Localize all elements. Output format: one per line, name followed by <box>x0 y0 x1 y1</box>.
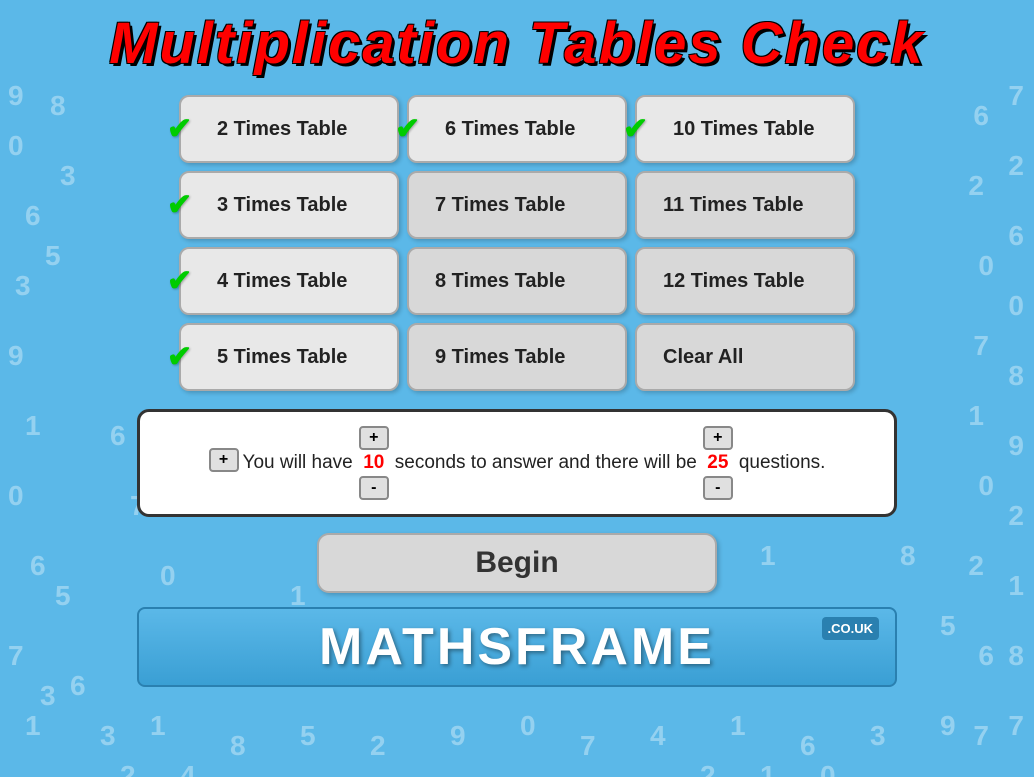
table-btn-t7[interactable]: 7 Times Table <box>407 171 627 239</box>
seconds-plus-button[interactable]: + <box>209 448 239 472</box>
seconds-value: 10 <box>363 452 384 474</box>
table-btn-label-t6: 6 Times Table <box>445 118 575 141</box>
table-btn-t2[interactable]: ✔2 Times Table <box>179 95 399 163</box>
table-btn-t5[interactable]: ✔5 Times Table <box>179 323 399 391</box>
table-btn-t10[interactable]: ✔10 Times Table <box>635 95 855 163</box>
settings-text-after-seconds: seconds to answer and there will be <box>395 452 697 474</box>
table-btn-label-t4: 4 Times Table <box>217 270 347 293</box>
checkmark-icon-t4: ✔ <box>167 264 192 299</box>
begin-button[interactable]: Begin <box>317 533 717 593</box>
table-btn-label-t10: 10 Times Table <box>673 118 815 141</box>
checkmark-icon-t5: ✔ <box>167 340 192 375</box>
table-btn-t4[interactable]: ✔4 Times Table <box>179 247 399 315</box>
checkmark-icon-t3: ✔ <box>167 188 192 223</box>
table-btn-label-t5: 5 Times Table <box>217 346 347 369</box>
table-btn-t6[interactable]: ✔6 Times Table <box>407 95 627 163</box>
logo-bar: MATHSFRAME .CO.UK <box>137 607 897 687</box>
settings-text-after-questions: questions. <box>739 452 826 474</box>
questions-value: 25 <box>707 452 728 474</box>
table-btn-label-t7: 7 Times Table <box>435 194 565 217</box>
checkmark-icon-t10: ✔ <box>623 112 648 147</box>
table-btn-t8[interactable]: 8 Times Table <box>407 247 627 315</box>
table-btn-t12[interactable]: 12 Times Table <box>635 247 855 315</box>
table-btn-label-t9: 9 Times Table <box>435 346 565 369</box>
table-btn-label-t2: 2 Times Table <box>217 118 347 141</box>
checkmark-icon-t2: ✔ <box>167 112 192 147</box>
table-btn-clearall[interactable]: Clear All <box>635 323 855 391</box>
questions-minus-btn[interactable]: - <box>703 476 733 500</box>
seconds-minus-btn[interactable]: - <box>359 476 389 500</box>
table-btn-t11[interactable]: 11 Times Table <box>635 171 855 239</box>
logo-text: MATHSFRAME <box>319 617 715 677</box>
table-btn-label-t11: 11 Times Table <box>663 194 803 217</box>
table-btn-t9[interactable]: 9 Times Table <box>407 323 627 391</box>
table-btn-label-t3: 3 Times Table <box>217 194 347 217</box>
checkmark-icon-t6: ✔ <box>395 112 420 147</box>
settings-text-before-seconds: You will have <box>243 452 353 474</box>
table-btn-label-t12: 12 Times Table <box>663 270 805 293</box>
table-btn-label-t8: 8 Times Table <box>435 270 565 293</box>
questions-plus-btn[interactable]: + <box>703 426 733 450</box>
tables-grid: ✔2 Times Table✔6 Times Table✔10 Times Ta… <box>179 95 855 391</box>
table-btn-t3[interactable]: ✔3 Times Table <box>179 171 399 239</box>
page-title: Multiplication Tables Check <box>109 10 925 77</box>
seconds-plus-btn[interactable]: + <box>359 426 389 450</box>
settings-bar: + You will have + 10 - seconds to answer… <box>137 409 897 517</box>
logo-couk: .CO.UK <box>822 617 880 640</box>
table-btn-label-clearall: Clear All <box>663 346 743 369</box>
